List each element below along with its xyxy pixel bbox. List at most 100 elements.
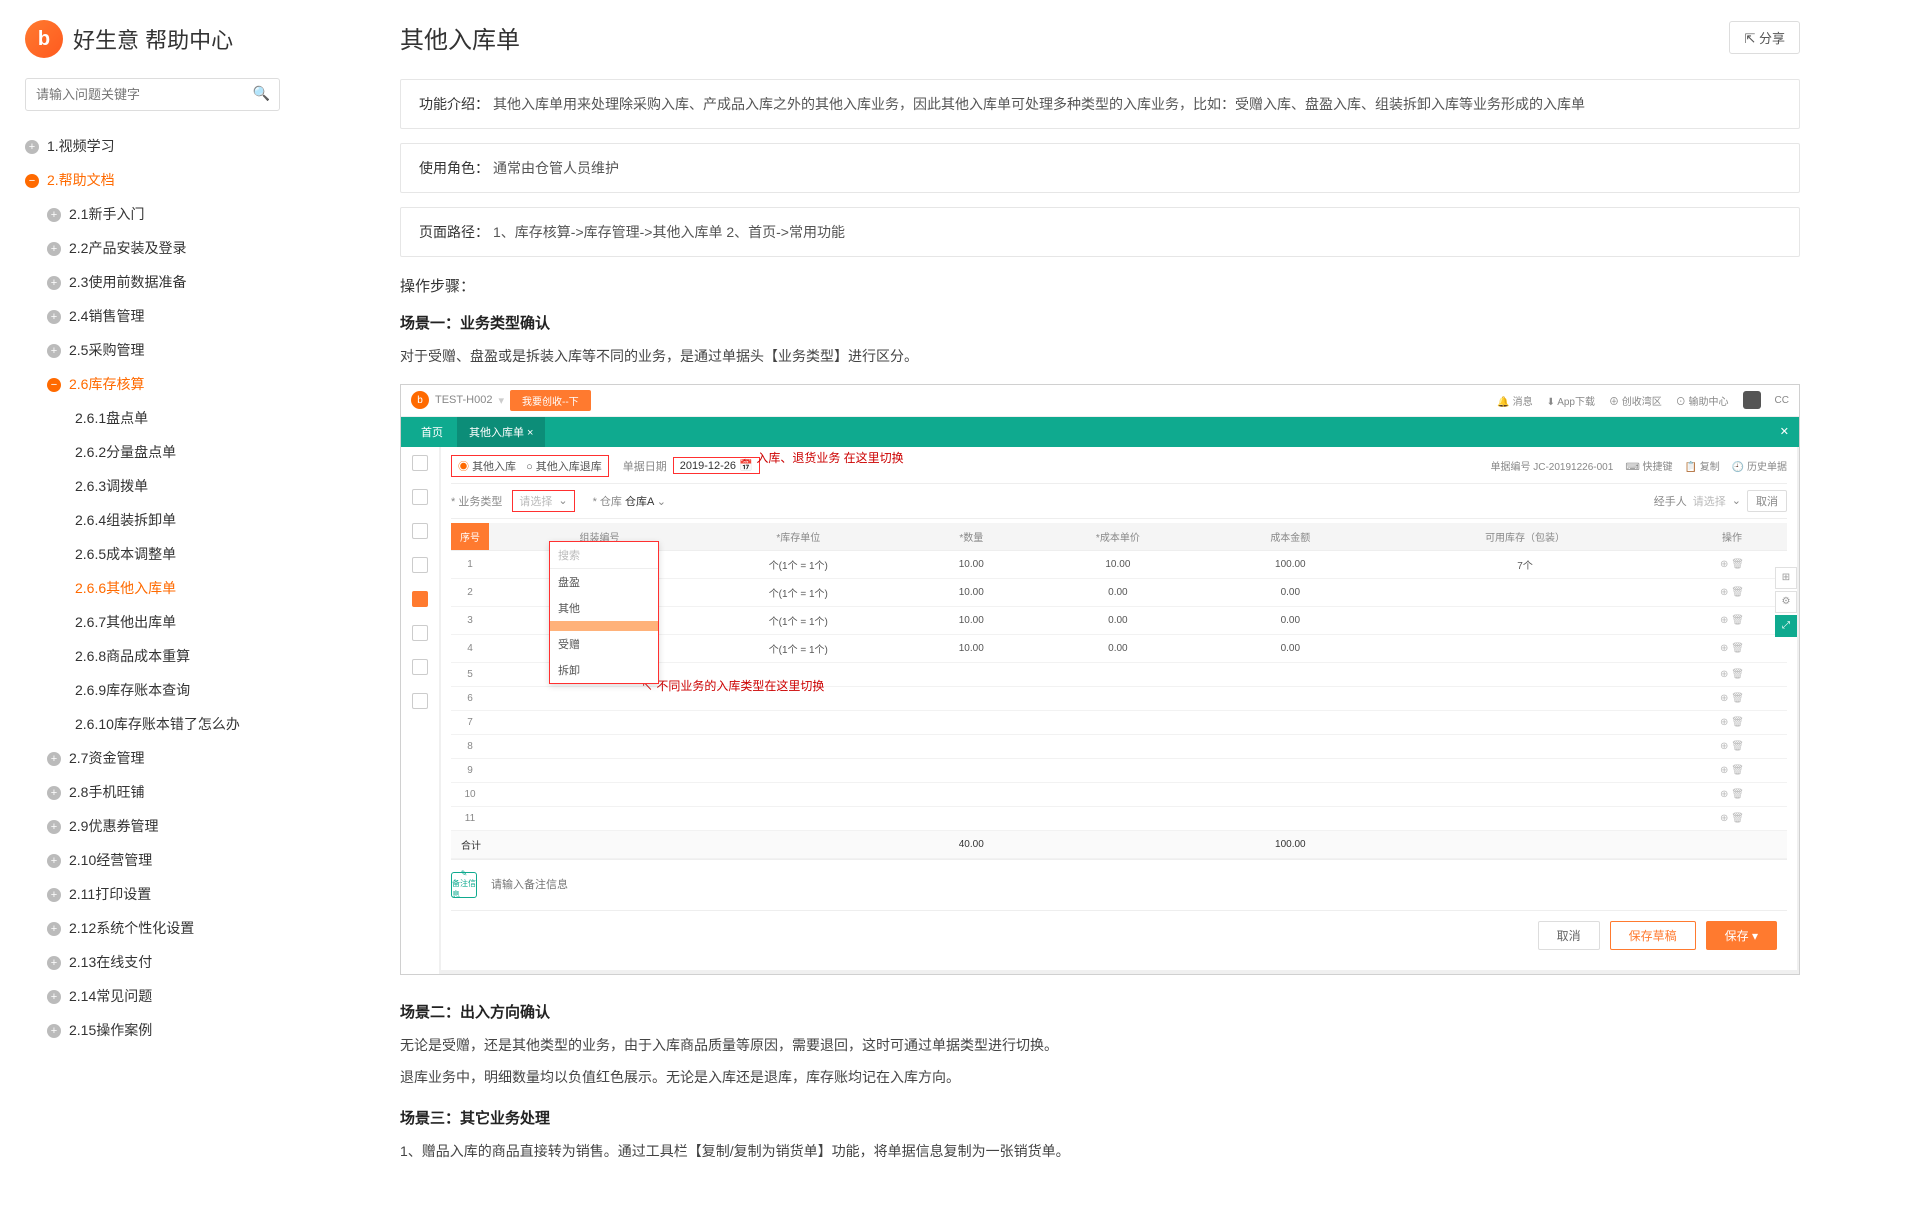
ss-dropdown-item[interactable]: 受赠	[550, 631, 658, 657]
nav-item-label: 2.6.7其他出库单	[75, 614, 176, 630]
ss-cancel-button[interactable]: 取消	[1538, 921, 1600, 950]
ss-history-link[interactable]: 🕘 历史单据	[1732, 458, 1787, 473]
ss-biztype-dropdown: 搜索 盘盈 其他 受赠 拆卸	[549, 541, 659, 684]
nav-item[interactable]: 2.6库存核算	[25, 367, 280, 401]
nav-item[interactable]: 2.6.10库存账本错了怎么办	[25, 707, 280, 741]
nav-item[interactable]: 2.11打印设置	[25, 877, 280, 911]
ss-top-link[interactable]: 🔔 消息	[1497, 393, 1532, 408]
ss-tab-home[interactable]: 首页	[409, 417, 455, 447]
table-row[interactable]: 11⊕ 🗑	[451, 806, 1787, 830]
ss-shortcut-link[interactable]: ⌨ 快捷键	[1625, 458, 1672, 473]
nav-item[interactable]: 2.6.5成本调整单	[25, 537, 280, 571]
plus-icon	[47, 922, 61, 936]
nav-item[interactable]: 2.6.3调拨单	[25, 469, 280, 503]
ss-nav-icon-active[interactable]	[412, 591, 428, 607]
nav-item[interactable]: 2.6.8商品成本重算	[25, 639, 280, 673]
info-function-text: 其他入库单用来处理除采购入库、产成品入库之外的其他入库业务，因此其他入库单可处理…	[493, 96, 1585, 112]
brand-logo-icon: b	[25, 20, 63, 58]
ss-tab-active[interactable]: 其他入库单 ×	[457, 417, 545, 447]
nav-item[interactable]: 2.6.1盘点单	[25, 401, 280, 435]
ss-nav-icon[interactable]	[412, 693, 428, 709]
nav-item[interactable]: 2.6.4组装拆卸单	[25, 503, 280, 537]
ss-type-radio-group[interactable]: ◉ 其他入库 ○ 其他入库退库	[451, 455, 609, 477]
scene1-title: 场景一：业务类型确认	[400, 312, 1800, 333]
nav-item[interactable]: 2.10经营管理	[25, 843, 280, 877]
search-box: 🔍	[25, 78, 280, 111]
ss-topbar: b TEST-H002 ▾ 我要创收--下 🔔 消息 ⬇ App下载 ⊕ 创收湾…	[401, 385, 1799, 417]
ss-revenue-button[interactable]: 我要创收--下	[510, 390, 591, 411]
nav-item-label: 2.3使用前数据准备	[69, 274, 186, 290]
nav-item[interactable]: 2.帮助文档	[25, 163, 280, 197]
nav-item-label: 2.6.2分量盘点单	[75, 444, 176, 460]
ss-nav-icon[interactable]	[412, 489, 428, 505]
share-button[interactable]: ⇱ 分享	[1729, 21, 1800, 54]
table-row[interactable]: 10⊕ 🗑	[451, 782, 1787, 806]
info-path-text: 1、库存核算->库存管理->其他入库单 2、首页->常用功能	[493, 224, 845, 240]
info-role-text: 通常由仓管人员维护	[493, 160, 619, 176]
nav-item[interactable]: 2.2产品安装及登录	[25, 231, 280, 265]
info-role: 使用角色：通常由仓管人员维护	[400, 143, 1800, 193]
nav-item[interactable]: 2.1新手入门	[25, 197, 280, 231]
scene2-text1: 无论是受赠，还是其他类型的业务，由于入库商品质量等原因，需要退回，这时可通过单据…	[400, 1032, 1800, 1059]
ss-save-button[interactable]: 保存 ▾	[1706, 921, 1777, 950]
ss-doc-code: JC-20191226-001	[1533, 462, 1613, 473]
ss-top-link[interactable]: ⊕ 创收湾区	[1609, 393, 1662, 408]
ss-dropdown-search[interactable]: 搜索	[550, 542, 658, 569]
ss-company-name: TEST-H002	[435, 394, 492, 406]
ss-dropdown-item[interactable]: 盘盈	[550, 569, 658, 595]
table-row[interactable]: 8⊕ 🗑	[451, 734, 1787, 758]
nav-item[interactable]: 2.15操作案例	[25, 1013, 280, 1047]
nav-item-label: 1.视频学习	[47, 138, 115, 154]
ss-side-button-active[interactable]: ⤢	[1775, 615, 1797, 637]
nav-item[interactable]: 2.5采购管理	[25, 333, 280, 367]
nav-item[interactable]: 2.14常见问题	[25, 979, 280, 1013]
ss-dropdown-item-highlighted[interactable]	[550, 621, 658, 631]
ss-nav-icon[interactable]	[412, 523, 428, 539]
ss-nav-icon[interactable]	[412, 557, 428, 573]
nav-item[interactable]: 2.4销售管理	[25, 299, 280, 333]
ss-side-button[interactable]: ⊞	[1775, 567, 1797, 589]
ss-top-link[interactable]: ⬇ App下载	[1547, 393, 1595, 408]
ss-tabbar: 首页 其他入库单 × ✕	[401, 417, 1799, 447]
ss-handler-input[interactable]: 请选择	[1693, 493, 1726, 509]
nav-item[interactable]: 2.3使用前数据准备	[25, 265, 280, 299]
ss-dropdown-item[interactable]: 其他	[550, 595, 658, 621]
ss-cancel-small-button[interactable]: 取消	[1747, 490, 1787, 512]
nav-item[interactable]: 2.6.7其他出库单	[25, 605, 280, 639]
ss-avatar-icon[interactable]	[1743, 391, 1761, 409]
ss-remark-row: ✎备注信息	[451, 859, 1787, 910]
ss-biztype-select[interactable]: 请选择⌄	[512, 490, 574, 512]
nav-item[interactable]: 2.13在线支付	[25, 945, 280, 979]
ss-tab-close-icon[interactable]: ✕	[1780, 425, 1799, 438]
table-row[interactable]: 9⊕ 🗑	[451, 758, 1787, 782]
info-path-label: 页面路径：	[419, 224, 489, 240]
nav-item[interactable]: 1.视频学习	[25, 129, 280, 163]
nav-item[interactable]: 2.6.6其他入库单	[25, 571, 280, 605]
ss-remark-icon: ✎备注信息	[451, 872, 477, 898]
ss-filter-row: * 业务类型 请选择⌄ * 仓库 仓库A ⌄ 经手人 请选择 ⌄ 取消	[451, 484, 1787, 519]
ss-remark-input[interactable]	[487, 875, 1787, 895]
nav-item[interactable]: 2.7资金管理	[25, 741, 280, 775]
ss-top-link[interactable]: ⊙ 输助中心	[1676, 393, 1729, 408]
ss-copy-link[interactable]: 📋 复制	[1685, 458, 1720, 473]
ss-dropdown-item[interactable]: 拆卸	[550, 657, 658, 683]
plus-icon	[47, 786, 61, 800]
ss-side-button[interactable]: ⚙	[1775, 591, 1797, 613]
nav-item[interactable]: 2.6.2分量盘点单	[25, 435, 280, 469]
nav-item[interactable]: 2.9优惠券管理	[25, 809, 280, 843]
nav-item[interactable]: 2.6.9库存账本查询	[25, 673, 280, 707]
table-row[interactable]: 7⊕ 🗑	[451, 710, 1787, 734]
ss-nav-icon[interactable]	[412, 625, 428, 641]
ss-nav-icon[interactable]	[412, 455, 428, 471]
nav-item-label: 2.12系统个性化设置	[69, 920, 194, 936]
search-input[interactable]	[25, 78, 280, 111]
ss-nav-icon[interactable]	[412, 659, 428, 675]
plus-icon	[47, 752, 61, 766]
nav-item[interactable]: 2.12系统个性化设置	[25, 911, 280, 945]
nav-item-label: 2.11打印设置	[69, 886, 151, 902]
nav-item[interactable]: 2.8手机旺铺	[25, 775, 280, 809]
plus-icon	[47, 310, 61, 324]
main-content: 其他入库单 ⇱ 分享 功能介绍：其他入库单用来处理除采购入库、产成品入库之外的其…	[300, 0, 1860, 1210]
search-icon[interactable]: 🔍	[253, 85, 270, 102]
ss-draft-button[interactable]: 保存草稿	[1610, 921, 1696, 950]
